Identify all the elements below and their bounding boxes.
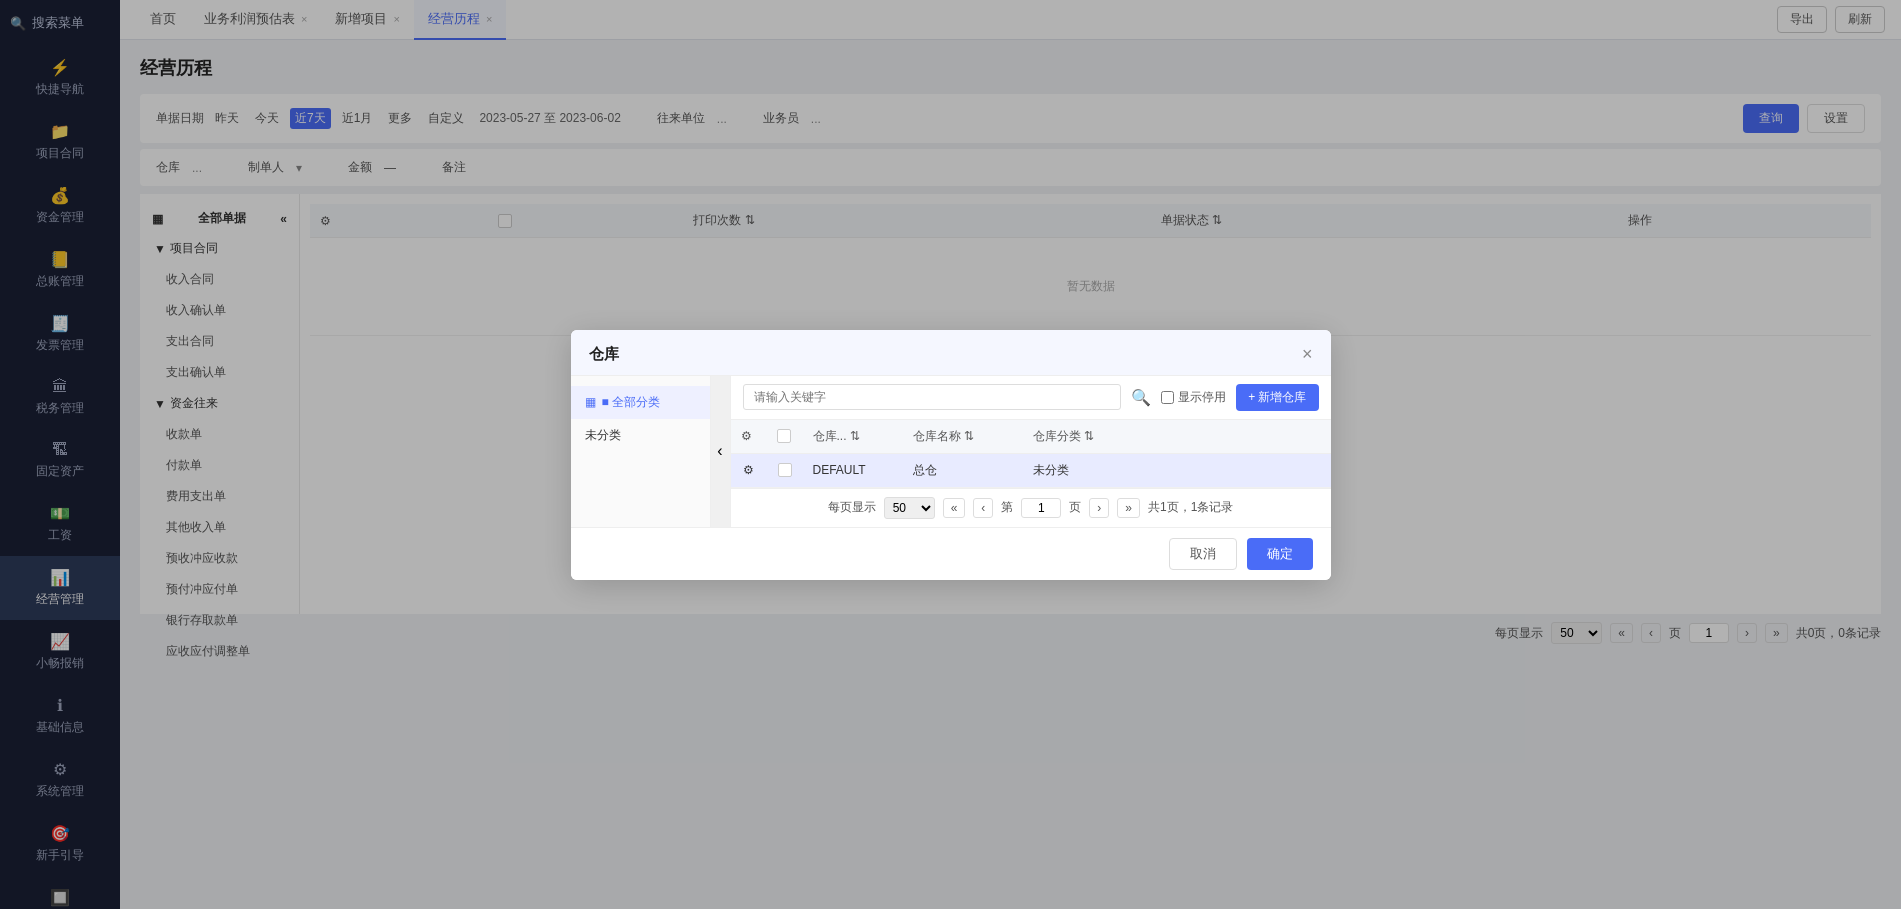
modal-th-name: 仓库名称 ⇅ bbox=[903, 420, 1023, 454]
modal-page-input[interactable] bbox=[1021, 498, 1061, 518]
modal-tree: ▦ ■ 全部分类 未分类 bbox=[571, 376, 711, 527]
modal-total-text: 共1页，1条记录 bbox=[1148, 499, 1233, 516]
modal-th-settings[interactable]: ⚙ bbox=[731, 420, 767, 454]
modal-tree-area: ▦ ■ 全部分类 未分类 ‹ bbox=[571, 376, 731, 527]
sort-category[interactable]: 仓库分类 ⇅ bbox=[1033, 428, 1094, 445]
modal-th-checkbox[interactable] bbox=[767, 420, 803, 454]
modal-tree-uncategorized[interactable]: 未分类 bbox=[571, 419, 710, 452]
cancel-button[interactable]: 取消 bbox=[1169, 538, 1237, 570]
modal-next-page-btn[interactable]: › bbox=[1089, 498, 1109, 518]
confirm-button[interactable]: 确定 bbox=[1247, 538, 1313, 570]
all-category-grid-icon: ▦ bbox=[585, 395, 596, 409]
row-checkbox[interactable] bbox=[767, 453, 803, 487]
modal-first-page-btn[interactable]: « bbox=[943, 498, 966, 518]
modal-body: ▦ ■ 全部分类 未分类 ‹ 🔍 bbox=[571, 376, 1331, 527]
modal-page-size-label: 每页显示 bbox=[828, 499, 876, 516]
table-row[interactable]: ⚙ DEFAULT 总仓 未分类 bbox=[731, 453, 1331, 487]
modal-close-button[interactable]: × bbox=[1302, 344, 1313, 365]
add-warehouse-button[interactable]: + 新增仓库 bbox=[1236, 384, 1318, 411]
modal-page-label: 第 bbox=[1001, 499, 1013, 516]
modal-table-area: 🔍 显示停用 + 新增仓库 ⚙ 仓库... ⇅ bbox=[731, 376, 1331, 527]
modal-header: 仓库 × bbox=[571, 330, 1331, 376]
all-category-label: ■ 全部分类 bbox=[602, 394, 661, 411]
modal-toolbar: 🔍 显示停用 + 新增仓库 bbox=[731, 376, 1331, 420]
row-category: 未分类 bbox=[1023, 453, 1331, 487]
modal-page-size-select[interactable]: 50 10 20 100 bbox=[884, 497, 935, 519]
modal-data-table: ⚙ 仓库... ⇅ 仓库名称 ⇅ 仓库分类 ⇅ ⚙ DEFA bbox=[731, 420, 1331, 488]
modal-last-page-btn[interactable]: » bbox=[1117, 498, 1140, 518]
modal-prev-page-btn[interactable]: ‹ bbox=[973, 498, 993, 518]
modal-page-suffix: 页 bbox=[1069, 499, 1081, 516]
modal-overlay: 仓库 × ▦ ■ 全部分类 未分类 ‹ bbox=[0, 0, 1901, 909]
uncategorized-label: 未分类 bbox=[585, 427, 621, 444]
row-settings[interactable]: ⚙ bbox=[731, 453, 767, 487]
modal-search-input[interactable] bbox=[743, 384, 1122, 410]
modal-title: 仓库 bbox=[589, 345, 619, 364]
modal-tree-collapse-btn[interactable]: ‹ bbox=[711, 376, 731, 527]
modal-th-category: 仓库分类 ⇅ bbox=[1023, 420, 1331, 454]
row-code: DEFAULT bbox=[803, 453, 903, 487]
sort-code[interactable]: 仓库... ⇅ bbox=[813, 428, 860, 445]
modal-tree-all-category[interactable]: ▦ ■ 全部分类 bbox=[571, 386, 710, 419]
modal-search-icon[interactable]: 🔍 bbox=[1131, 388, 1151, 407]
show-disabled-checkbox[interactable] bbox=[1161, 391, 1174, 404]
show-disabled-label[interactable]: 显示停用 bbox=[1161, 389, 1226, 406]
modal-table-scroll: ⚙ 仓库... ⇅ 仓库名称 ⇅ 仓库分类 ⇅ ⚙ DEFA bbox=[731, 420, 1331, 488]
modal-th-code: 仓库... ⇅ bbox=[803, 420, 903, 454]
collapse-icon: ‹ bbox=[717, 442, 722, 460]
row-name: 总仓 bbox=[903, 453, 1023, 487]
warehouse-modal: 仓库 × ▦ ■ 全部分类 未分类 ‹ bbox=[571, 330, 1331, 580]
sort-name[interactable]: 仓库名称 ⇅ bbox=[913, 428, 974, 445]
modal-footer: 取消 确定 bbox=[571, 527, 1331, 580]
modal-pagination: 每页显示 50 10 20 100 « ‹ 第 页 › » 共1页，1条记录 bbox=[731, 488, 1331, 527]
show-disabled-text: 显示停用 bbox=[1178, 389, 1226, 406]
